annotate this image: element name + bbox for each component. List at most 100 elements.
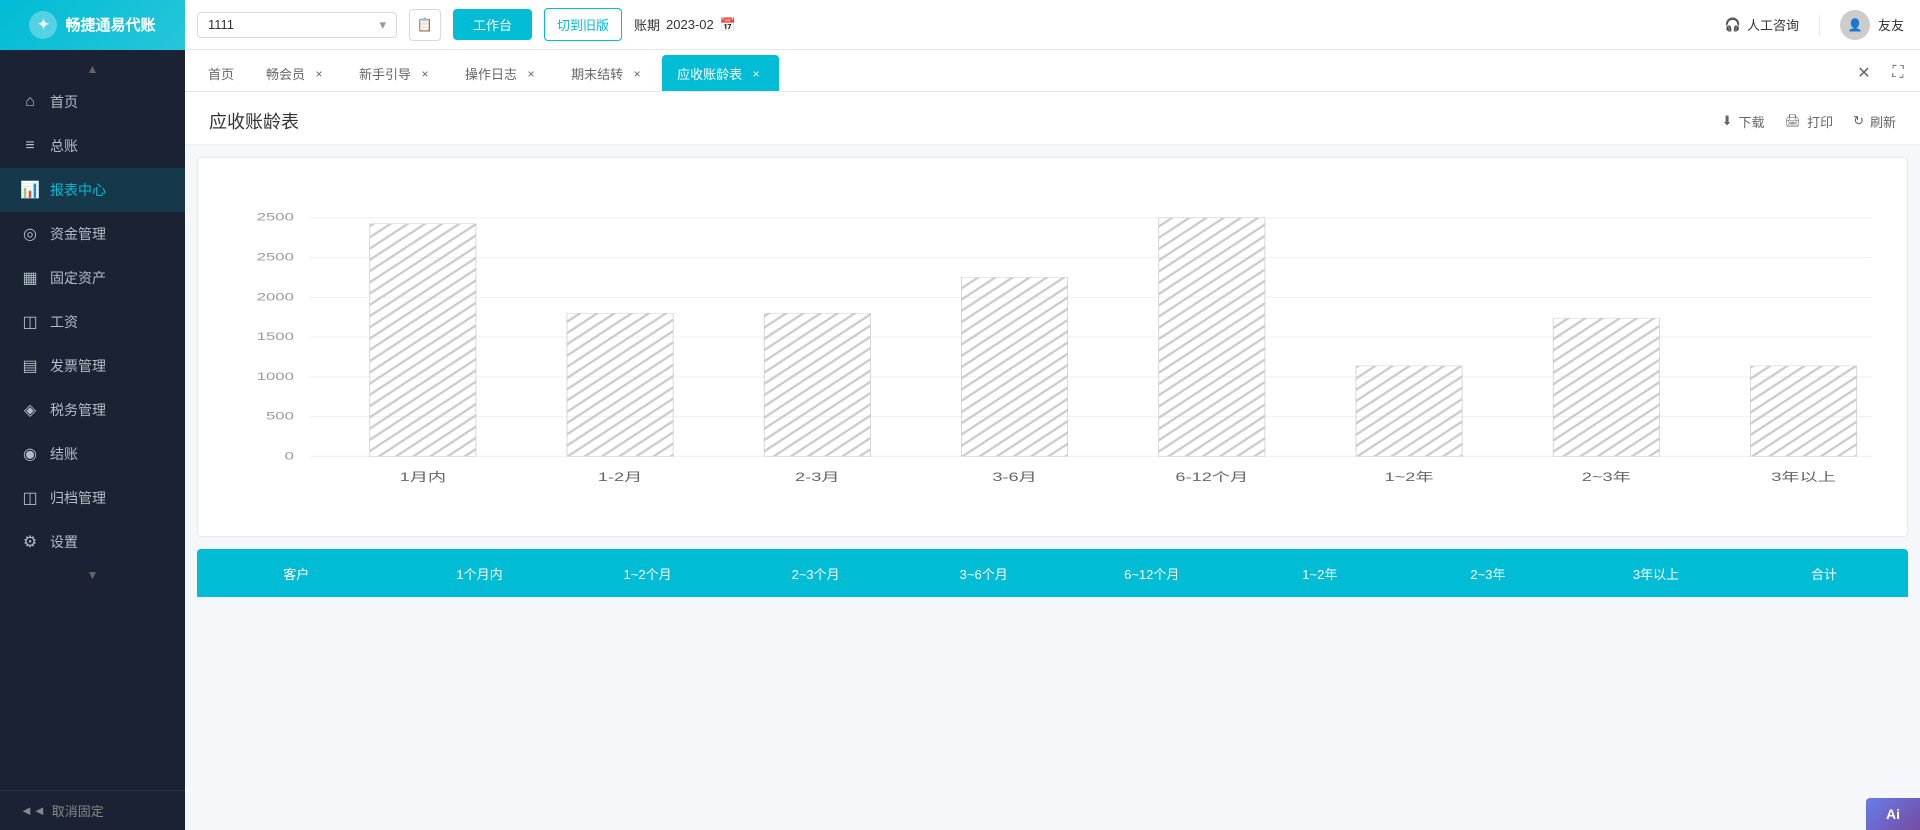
sidebar-item-closing-label: 结账 [50,444,78,464]
tab-expand-button[interactable]: ⛶ [1884,59,1912,87]
tab-oplog[interactable]: 操作日志 × [450,55,554,91]
print-button[interactable]: 🖨 打印 [1785,112,1834,131]
table-header-1: 1个月内 [395,564,563,583]
sidebar-item-archive[interactable]: ◫ 归档管理 [0,476,185,520]
svg-text:1000: 1000 [257,370,294,382]
page-actions: ⬇ 下载 🖨 打印 ↻ 刷新 [1722,112,1896,131]
svg-text:2000: 2000 [257,290,294,302]
support-area[interactable]: 🎧 人工咨询 [1725,15,1799,34]
page-header: 应收账龄表 ⬇ 下载 🖨 打印 ↻ 刷新 [185,92,1920,145]
reports-icon: 📊 [20,180,40,200]
tab-close-all-button[interactable]: ✕ [1850,59,1878,87]
print-label: 打印 [1807,112,1833,131]
sidebar-item-tax-label: 税务管理 [50,400,106,420]
sidebar-item-payroll-label: 工资 [50,312,78,332]
refresh-label: 刷新 [1870,112,1896,131]
table-header-9: 合计 [1740,564,1908,583]
tax-icon: ◈ [20,400,40,420]
table-header-8: 3年以上 [1572,564,1740,583]
download-label: 下载 [1739,112,1765,131]
sidebar-item-settings[interactable]: ⚙ 设置 [0,520,185,564]
sidebar-item-closing[interactable]: ◉ 结账 [0,432,185,476]
table-header-5: 6~12个月 [1068,564,1236,583]
tab-member-close[interactable]: × [311,66,327,82]
page-title: 应收账龄表 [209,108,299,134]
sidebar-top-space [0,50,185,58]
tab-period-end[interactable]: 期末结转 × [556,55,660,91]
calendar-icon-btn[interactable]: 📋 [409,9,441,41]
user-area[interactable]: 👤 友友 [1840,10,1904,40]
sidebar-item-settings-label: 设置 [50,532,78,552]
tab-period-end-close[interactable]: × [629,66,645,82]
avatar: 👤 [1840,10,1870,40]
table-footer: 客户1个月内1~2个月2~3个月3~6个月6~12个月1~2年2~3年3年以上合… [197,549,1908,597]
ledger-icon: ≡ [20,137,40,155]
bar-1月内 [370,224,476,457]
ai-badge[interactable]: Ai [1866,798,1920,830]
table-header-0: 客户 [197,564,395,583]
sidebar-scroll-up[interactable]: ▲ [0,58,185,80]
sidebar-bottom: ◄◄ 取消固定 [0,790,185,830]
download-button[interactable]: ⬇ 下载 [1722,112,1765,131]
bar-6-12个月 [1159,218,1265,457]
page-content: 应收账龄表 ⬇ 下载 🖨 打印 ↻ 刷新 [185,92,1920,830]
assets-icon: ▦ [20,268,40,288]
workbench-button[interactable]: 工作台 [453,9,532,40]
svg-text:2~3年: 2~3年 [1582,470,1631,484]
svg-text:2500: 2500 [257,250,294,262]
sidebar-item-payroll[interactable]: ◫ 工资 [0,300,185,344]
main-layout: ▲ ⌂ 首页 ≡ 总账 📊 报表中心 ◎ 资金管理 ▦ 固定资产 ◫ 工资 ▤ … [0,50,1920,830]
tab-guide[interactable]: 新手引导 × [344,55,448,91]
bar-2-3年 [1553,318,1659,456]
tab-ar-aging-close[interactable]: × [748,66,764,82]
top-header: ✦ 畅捷通易代账 1111 ▾ 📋 工作台 切到旧版 账期 2023-02 📅 … [0,0,1920,50]
sidebar-item-home[interactable]: ⌂ 首页 [0,80,185,124]
tab-bar: 首页 畅会员 × 新手引导 × 操作日志 × 期末结转 × 应收账龄表 × [185,50,1920,92]
refresh-button[interactable]: ↻ 刷新 [1853,112,1896,131]
funds-icon: ◎ [20,224,40,244]
tab-ar-aging-label: 应收账龄表 [677,64,742,83]
sidebar-item-ledger[interactable]: ≡ 总账 [0,124,185,168]
tab-member-label: 畅会员 [266,64,305,83]
tab-bar-actions: ✕ ⛶ [1850,59,1912,91]
user-label: 友友 [1878,15,1904,34]
sidebar-item-invoices[interactable]: ▤ 发票管理 [0,344,185,388]
logo: ✦ 畅捷通易代账 [0,0,185,50]
svg-text:1~2年: 1~2年 [1385,470,1434,484]
svg-text:6-12个月: 6-12个月 [1175,470,1248,484]
tab-home-label: 首页 [208,64,234,83]
table-header-2: 1~2个月 [564,564,732,583]
period-area: 账期 2023-02 📅 [634,15,736,34]
bar-3年以上 [1750,366,1856,456]
sidebar-item-reports[interactable]: 📊 报表中心 [0,168,185,212]
switch-version-button[interactable]: 切到旧版 [544,8,622,41]
tab-ar-aging[interactable]: 应收账龄表 × [662,55,779,91]
company-selector[interactable]: 1111 ▾ [197,12,397,38]
sidebar-item-funds[interactable]: ◎ 资金管理 [0,212,185,256]
tab-member[interactable]: 畅会员 × [251,55,342,91]
sidebar-item-tax[interactable]: ◈ 税务管理 [0,388,185,432]
chart-area: 0 500 1000 1500 2000 2500 2500 [218,178,1887,516]
sidebar-item-home-label: 首页 [50,92,78,112]
sidebar-item-funds-label: 资金管理 [50,224,106,244]
support-label: 人工咨询 [1747,15,1799,34]
payroll-icon: ◫ [20,312,40,332]
tab-guide-close[interactable]: × [417,66,433,82]
sidebar-item-assets[interactable]: ▦ 固定资产 [0,256,185,300]
archive-icon: ◫ [20,488,40,508]
cancel-fixed-button[interactable]: ◄◄ 取消固定 [0,791,185,830]
sidebar-scroll-down[interactable]: ▼ [0,564,185,586]
tab-period-end-label: 期末结转 [571,64,623,83]
invoices-icon: ▤ [20,356,40,376]
svg-text:0: 0 [285,449,294,461]
tab-home[interactable]: 首页 [193,55,249,91]
calendar-icon: 📋 [417,17,433,33]
headset-icon: 🎧 [1725,17,1741,33]
tab-oplog-close[interactable]: × [523,66,539,82]
company-name: 1111 [208,17,234,32]
svg-text:3年以上: 3年以上 [1771,470,1836,484]
download-icon: ⬇ [1722,113,1733,129]
divider [1819,15,1820,35]
svg-text:1-2月: 1-2月 [598,471,642,484]
logo-text: 畅捷通易代账 [65,14,155,35]
